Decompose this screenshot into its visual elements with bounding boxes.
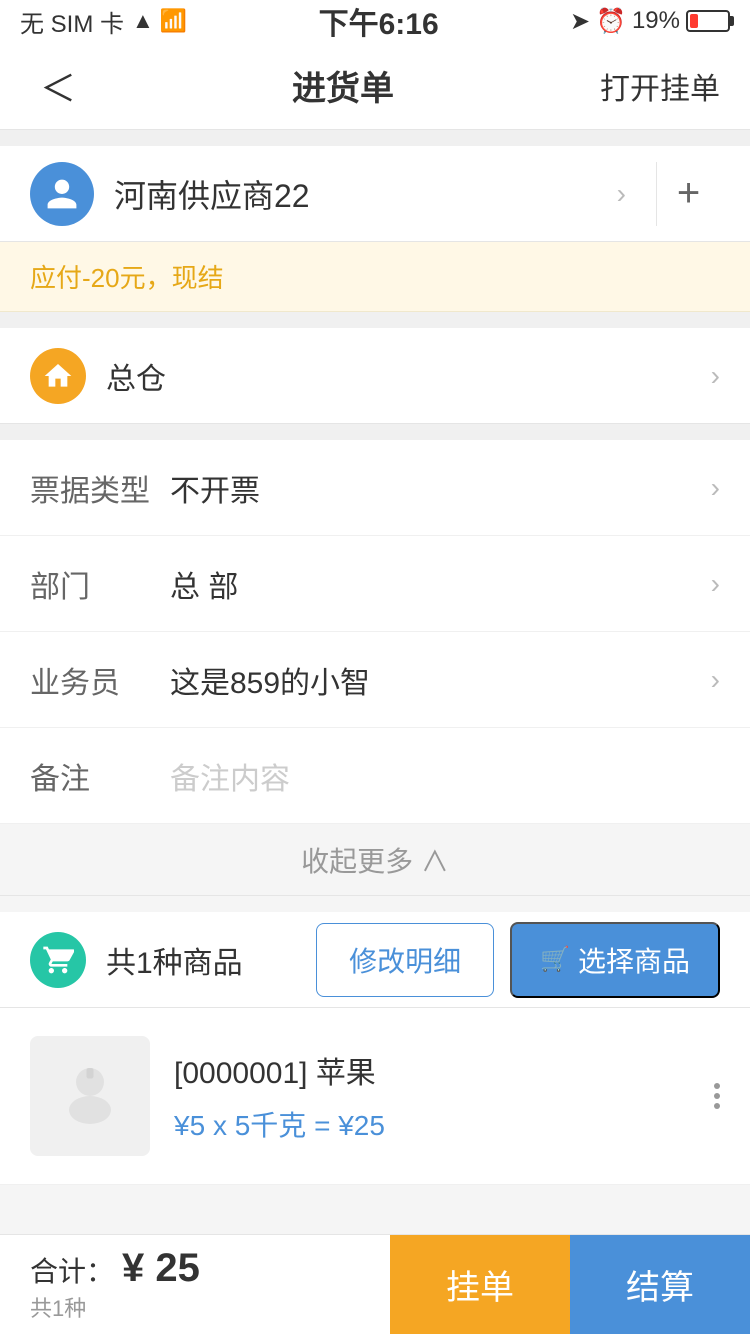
collapse-label: 收起更多 ∧ [301, 840, 449, 880]
supplier-avatar [30, 162, 94, 226]
total-count: 共1种 [30, 1291, 360, 1323]
open-pending-button[interactable]: 打开挂单 [600, 64, 720, 108]
product-price-info: ¥5 x 5千克 = ¥25 [174, 1104, 714, 1144]
divider-top [0, 130, 750, 146]
warehouse-name: 总仓 [106, 354, 711, 398]
hang-order-button[interactable]: 挂单 [390, 1235, 570, 1334]
total-section: 合计： ¥ 25 共1种 [0, 1246, 390, 1323]
status-left: 无 SIM 卡 ▲ 📶 [20, 4, 187, 39]
multiply-sign: x [213, 1110, 235, 1141]
products-header: 共1种商品 修改明细 🛒 选择商品 [0, 912, 750, 1008]
warehouse-icon [30, 348, 86, 404]
product-total: ¥25 [338, 1110, 385, 1141]
add-supplier-button[interactable]: + [656, 162, 720, 226]
dept-label: 部门 [30, 562, 170, 606]
home-icon [42, 360, 74, 392]
wifi-icon: ▲ 📶 [132, 8, 187, 34]
shopping-icon [42, 944, 74, 976]
product-name: [0000001] 苹果 [174, 1048, 714, 1092]
sales-chevron-icon: › [711, 664, 720, 696]
warehouse-row[interactable]: 总仓 › [0, 328, 750, 424]
divider-2 [0, 312, 750, 328]
battery-percent: 19% [632, 7, 680, 35]
supplier-section: 河南供应商22 › + [0, 146, 750, 242]
total-amount: ¥ 25 [122, 1246, 200, 1291]
status-bar: 无 SIM 卡 ▲ 📶 下午6:16 ➤ ⏰ 19% [0, 0, 750, 42]
select-product-button[interactable]: 🛒 选择商品 [510, 922, 720, 998]
nav-bar: ＜ 进货单 打开挂单 [0, 42, 750, 130]
products-count: 共1种商品 [106, 938, 316, 982]
select-product-icon: 🛒 [540, 945, 570, 974]
checkout-button[interactable]: 结算 [570, 1235, 750, 1334]
supplier-name: 河南供应商22 [114, 171, 310, 217]
department-row[interactable]: 部门 总 部 › [0, 536, 750, 632]
remark-input[interactable]: 备注内容 [170, 754, 720, 798]
notice-banner: 应付-20元，现结 [0, 242, 750, 312]
remark-label: 备注 [30, 754, 170, 798]
back-button[interactable]: ＜ [30, 50, 86, 122]
status-right: ➤ ⏰ 19% [570, 7, 730, 36]
total-label: 合计： [30, 1250, 114, 1290]
invoice-label: 票据类型 [30, 466, 170, 510]
bottom-bar: 合计： ¥ 25 共1种 挂单 结算 [0, 1234, 750, 1334]
dept-chevron-icon: › [711, 568, 720, 600]
product-unit-price: ¥5 [174, 1110, 205, 1141]
checkout-label: 结算 [626, 1260, 694, 1309]
alarm-icon: ⏰ [596, 7, 626, 36]
divider-3 [0, 424, 750, 440]
invoice-value: 不开票 [170, 466, 711, 510]
sales-value: 这是859的小智 [170, 658, 711, 702]
time-display: 下午6:16 [319, 0, 439, 43]
page-title: 进货单 [292, 61, 394, 110]
product-code: [0000001] [174, 1057, 307, 1090]
dot-1 [714, 1083, 720, 1089]
carrier-text: 无 SIM 卡 [20, 4, 124, 39]
invoice-type-row[interactable]: 票据类型 不开票 › [0, 440, 750, 536]
supplier-left[interactable]: 河南供应商22 › [30, 162, 646, 226]
supplier-chevron-icon: › [617, 178, 626, 210]
product-info: [0000001] 苹果 ¥5 x 5千克 = ¥25 [174, 1048, 714, 1144]
dept-value: 总 部 [170, 562, 711, 606]
battery-icon [686, 10, 730, 32]
collapse-button[interactable]: 收起更多 ∧ [0, 824, 750, 896]
hang-order-label: 挂单 [446, 1260, 514, 1309]
select-product-label: 选择商品 [578, 940, 690, 980]
person-icon [44, 176, 80, 212]
products-icon [30, 932, 86, 988]
product-default-icon [55, 1061, 125, 1131]
warehouse-chevron-icon: › [711, 360, 720, 392]
sales-label: 业务员 [30, 658, 170, 702]
equals-sign: = [314, 1110, 338, 1141]
product-quantity: 5千克 [235, 1110, 307, 1141]
dot-3 [714, 1103, 720, 1109]
invoice-chevron-icon: › [711, 472, 720, 504]
product-thumbnail [30, 1036, 150, 1156]
product-title: 苹果 [316, 1057, 376, 1090]
product-more-button[interactable] [714, 1083, 720, 1109]
location-icon: ➤ [570, 7, 590, 36]
remark-row[interactable]: 备注 备注内容 [0, 728, 750, 824]
product-item: [0000001] 苹果 ¥5 x 5千克 = ¥25 [0, 1008, 750, 1185]
salesperson-row[interactable]: 业务员 这是859的小智 › [0, 632, 750, 728]
modify-detail-button[interactable]: 修改明细 [316, 923, 494, 997]
dot-2 [714, 1093, 720, 1099]
